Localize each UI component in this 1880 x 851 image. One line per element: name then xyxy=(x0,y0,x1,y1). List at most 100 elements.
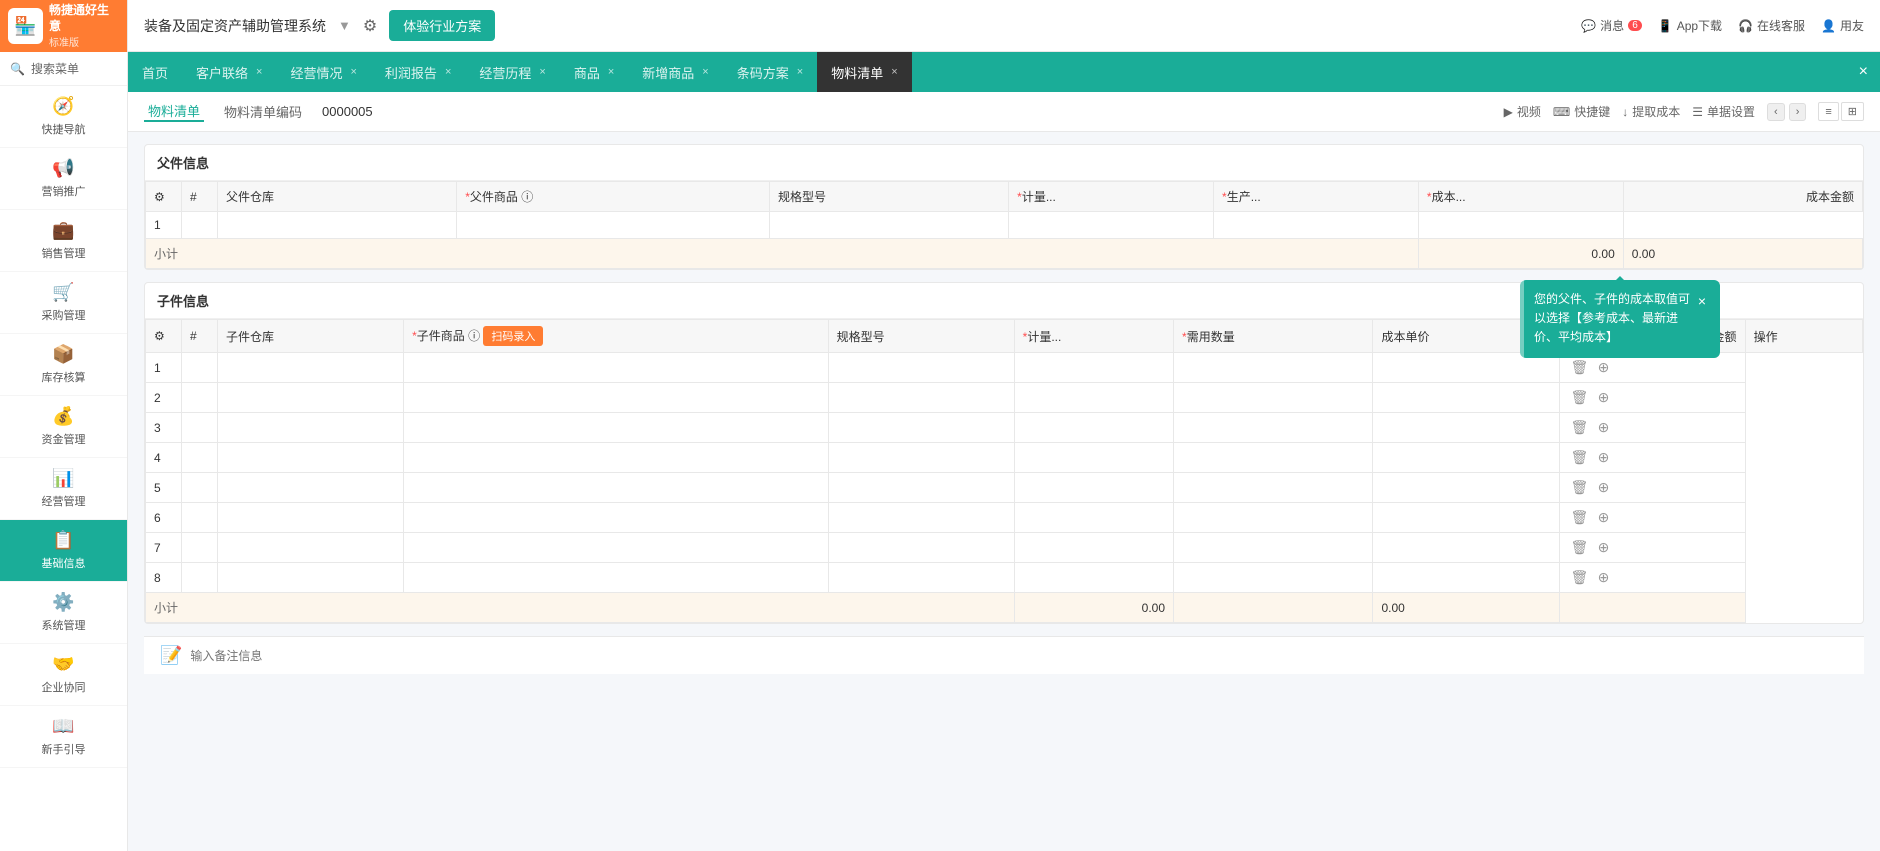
child-cell-qty-6[interactable] xyxy=(1014,503,1173,533)
tab-bom-close[interactable]: × xyxy=(891,66,897,78)
shortcut-action[interactable]: ⌨ 快捷键 xyxy=(1553,103,1610,120)
parent-col-settings[interactable]: ⚙ xyxy=(146,182,182,212)
tab-new-products[interactable]: 新增商品 × xyxy=(628,52,722,92)
child-cell-qty-8[interactable] xyxy=(1014,563,1173,593)
copy-icon-8[interactable]: ⊕ xyxy=(1598,569,1610,585)
sidebar-item-system[interactable]: ⚙️ 系统管理 xyxy=(0,582,127,644)
child-cell-unit-6[interactable] xyxy=(828,503,1014,533)
child-cell-product-2[interactable] xyxy=(218,383,404,413)
copy-icon-3[interactable]: ⊕ xyxy=(1598,419,1610,435)
child-cell-qty-1[interactable] xyxy=(1014,353,1173,383)
child-cell-spec-5[interactable] xyxy=(404,473,829,503)
child-cell-product-1[interactable] xyxy=(218,353,404,383)
child-cell-spec-6[interactable] xyxy=(404,503,829,533)
child-cell-spec-7[interactable] xyxy=(404,533,829,563)
tab-history-close[interactable]: × xyxy=(539,66,545,78)
child-cell-unit-cost-7[interactable] xyxy=(1174,533,1373,563)
child-cell-warehouse-4[interactable] xyxy=(182,443,218,473)
child-cell-spec-4[interactable] xyxy=(404,443,829,473)
tab-operations[interactable]: 经营情况 × xyxy=(276,52,370,92)
child-cell-unit-3[interactable] xyxy=(828,413,1014,443)
tooltip-close-button[interactable]: × xyxy=(1698,290,1706,312)
sidebar-item-sales[interactable]: 💼 销售管理 xyxy=(0,210,127,272)
collapse-btn-expand[interactable]: ⊞ xyxy=(1841,102,1864,121)
tab-operations-close[interactable]: × xyxy=(350,66,356,78)
sub-tab-bom-code[interactable]: 物料清单编码 xyxy=(220,102,306,121)
parent-cell-warehouse-1[interactable] xyxy=(182,212,218,239)
child-cell-qty-2[interactable] xyxy=(1014,383,1173,413)
delete-icon-2[interactable]: 🗑 xyxy=(1571,389,1589,405)
child-cell-product-3[interactable] xyxy=(218,413,404,443)
child-cell-warehouse-2[interactable] xyxy=(182,383,218,413)
tab-barcode-close[interactable]: × xyxy=(797,66,803,78)
child-cell-unit-cost-3[interactable] xyxy=(1174,413,1373,443)
tab-products[interactable]: 商品 × xyxy=(560,52,628,92)
child-cell-unit-5[interactable] xyxy=(828,473,1014,503)
child-cell-warehouse-8[interactable] xyxy=(182,563,218,593)
tab-products-close[interactable]: × xyxy=(608,66,614,78)
delete-icon-3[interactable]: 🗑 xyxy=(1571,419,1589,435)
child-cell-qty-7[interactable] xyxy=(1014,533,1173,563)
child-cell-product-8[interactable] xyxy=(218,563,404,593)
parent-cell-product-1[interactable] xyxy=(218,212,457,239)
tab-new-products-close[interactable]: × xyxy=(702,66,708,78)
sidebar-item-basic-info[interactable]: 📋 基础信息 xyxy=(0,520,127,582)
tab-profit[interactable]: 利润报告 × xyxy=(371,52,465,92)
scan-button[interactable]: 扫码录入 xyxy=(483,326,543,346)
prev-arrow[interactable]: ‹ xyxy=(1767,103,1785,121)
sidebar-item-purchase[interactable]: 🛒 采购管理 xyxy=(0,272,127,334)
settings-icon[interactable]: ⚙ xyxy=(363,16,377,36)
child-cell-unit-1[interactable] xyxy=(828,353,1014,383)
next-arrow[interactable]: › xyxy=(1789,103,1807,121)
child-cell-warehouse-7[interactable] xyxy=(182,533,218,563)
child-cell-unit-7[interactable] xyxy=(828,533,1014,563)
tab-customers[interactable]: 客户联络 × xyxy=(182,52,276,92)
app-download-button[interactable]: 📱 App下载 xyxy=(1658,17,1722,34)
child-cell-unit-4[interactable] xyxy=(828,443,1014,473)
child-cell-product-7[interactable] xyxy=(218,533,404,563)
child-cell-product-5[interactable] xyxy=(218,473,404,503)
sidebar-item-guide[interactable]: 📖 新手引导 xyxy=(0,706,127,768)
extract-cost-action[interactable]: ↓ 提取成本 xyxy=(1622,103,1680,120)
child-cell-warehouse-6[interactable] xyxy=(182,503,218,533)
delete-icon-6[interactable]: 🗑 xyxy=(1571,509,1589,525)
parent-cell-production-1[interactable] xyxy=(1009,212,1214,239)
user-menu[interactable]: 👤 用友 xyxy=(1821,17,1864,34)
sidebar-item-operations[interactable]: 📊 经营管理 xyxy=(0,458,127,520)
copy-icon-5[interactable]: ⊕ xyxy=(1598,479,1610,495)
child-cell-warehouse-5[interactable] xyxy=(182,473,218,503)
sidebar-item-marketing[interactable]: 📢 营销推广 xyxy=(0,148,127,210)
copy-icon-7[interactable]: ⊕ xyxy=(1598,539,1610,555)
child-cell-qty-3[interactable] xyxy=(1014,413,1173,443)
child-cell-unit-cost-4[interactable] xyxy=(1174,443,1373,473)
message-button[interactable]: 💬 消息 6 xyxy=(1581,17,1642,34)
child-cell-spec-1[interactable] xyxy=(404,353,829,383)
single-settings-action[interactable]: ☰ 单据设置 xyxy=(1692,103,1755,120)
child-cell-product-6[interactable] xyxy=(218,503,404,533)
parent-cell-spec-1[interactable] xyxy=(457,212,770,239)
child-cell-spec-3[interactable] xyxy=(404,413,829,443)
child-cell-unit-2[interactable] xyxy=(828,383,1014,413)
tab-customers-close[interactable]: × xyxy=(256,66,262,78)
copy-icon-4[interactable]: ⊕ xyxy=(1598,449,1610,465)
parent-cell-unit-1[interactable] xyxy=(769,212,1008,239)
child-cell-warehouse-3[interactable] xyxy=(182,413,218,443)
delete-icon-4[interactable]: 🗑 xyxy=(1571,449,1589,465)
parent-cell-cost-1[interactable] xyxy=(1214,212,1419,239)
child-cell-qty-5[interactable] xyxy=(1014,473,1173,503)
collapse-btn-list[interactable]: ≡ xyxy=(1818,102,1838,121)
note-input[interactable] xyxy=(190,649,1848,663)
sidebar-item-enterprise[interactable]: 🤝 企业协同 xyxy=(0,644,127,706)
copy-icon-2[interactable]: ⊕ xyxy=(1598,389,1610,405)
child-cell-spec-8[interactable] xyxy=(404,563,829,593)
delete-icon-5[interactable]: 🗑 xyxy=(1571,479,1589,495)
child-cell-unit-cost-1[interactable] xyxy=(1174,353,1373,383)
child-cell-warehouse-1[interactable] xyxy=(182,353,218,383)
sidebar-item-finance[interactable]: 💰 资金管理 xyxy=(0,396,127,458)
copy-icon-6[interactable]: ⊕ xyxy=(1598,509,1610,525)
online-service-button[interactable]: 🎧 在线客服 xyxy=(1738,17,1805,34)
close-all-tabs[interactable]: × xyxy=(1847,63,1880,81)
sub-tab-bom-list[interactable]: 物料清单 xyxy=(144,101,204,122)
sidebar-item-quick-nav[interactable]: 🧭 快捷导航 xyxy=(0,86,127,148)
tab-home[interactable]: 首页 xyxy=(128,52,182,92)
